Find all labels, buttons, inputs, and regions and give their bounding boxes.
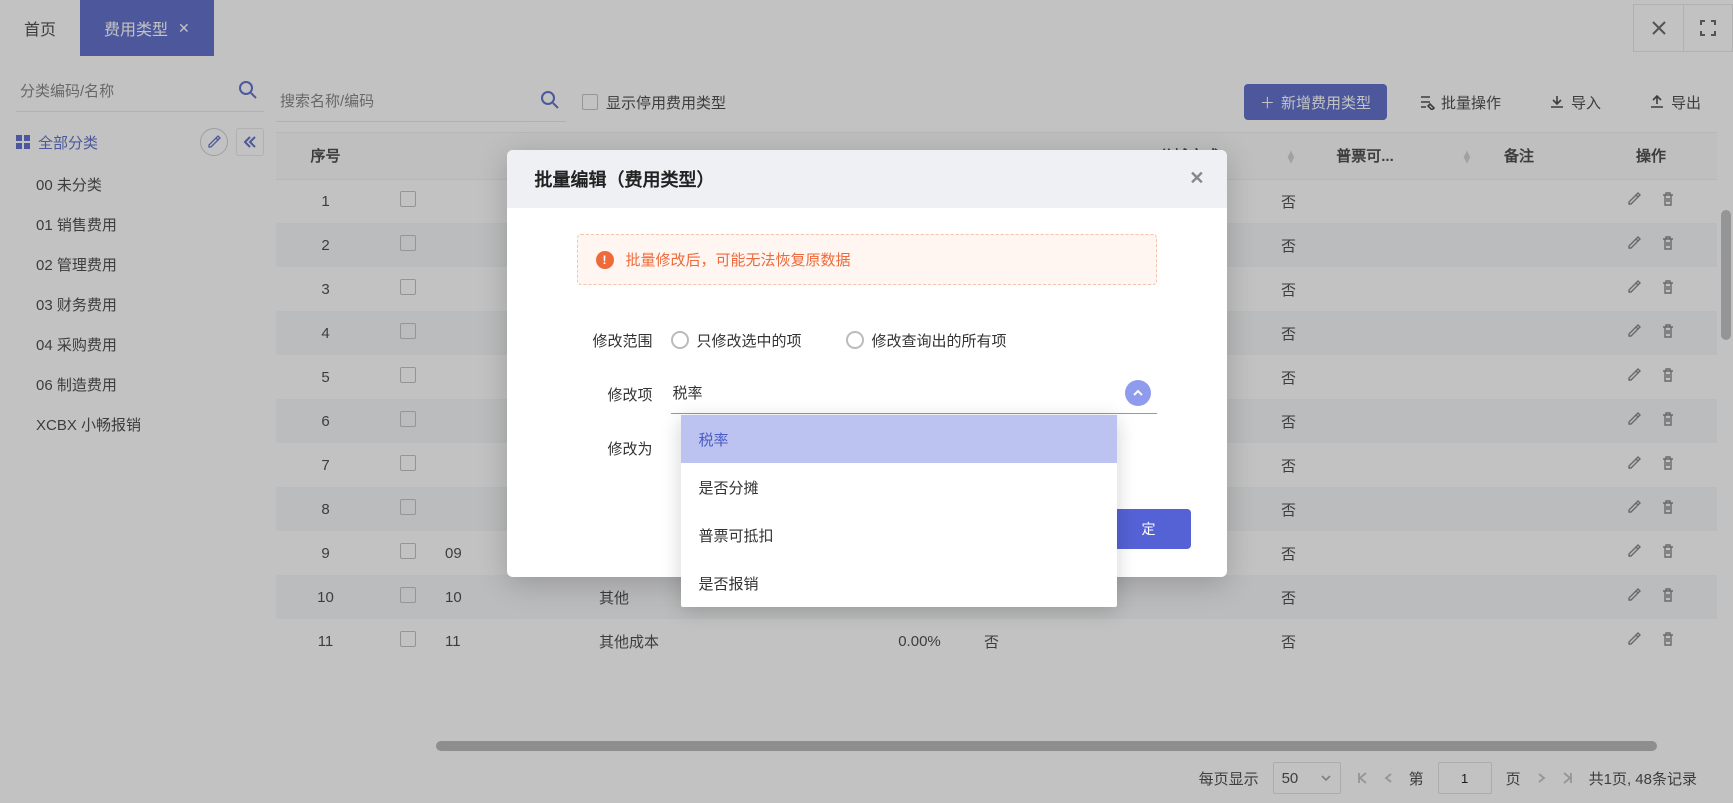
modal-title: 批量编辑（费用类型） bbox=[535, 166, 715, 192]
chevron-up-icon bbox=[1125, 380, 1151, 406]
dropdown-option[interactable]: 是否报销 bbox=[681, 559, 1117, 607]
scope-row: 修改范围 只修改选中的项 修改查询出的所有项 bbox=[577, 313, 1157, 367]
batch-edit-modal: 批量编辑（费用类型） ✕ ! 批量修改后，可能无法恢复原数据 修改范围 只修改选… bbox=[507, 150, 1227, 577]
scope-all-label: 修改查询出的所有项 bbox=[872, 330, 1007, 351]
modal-body: ! 批量修改后，可能无法恢复原数据 修改范围 只修改选中的项 修改查询出的所有项… bbox=[507, 208, 1227, 509]
dropdown-option[interactable]: 普票可抵扣 bbox=[681, 511, 1117, 559]
scope-selected-label: 只修改选中的项 bbox=[697, 330, 802, 351]
field-value: 税率 bbox=[673, 382, 703, 403]
radio-icon bbox=[846, 331, 864, 349]
dropdown-option[interactable]: 是否分摊 bbox=[681, 463, 1117, 511]
warning-icon: ! bbox=[596, 251, 614, 269]
value-label: 修改为 bbox=[577, 438, 653, 459]
warning-alert: ! 批量修改后，可能无法恢复原数据 bbox=[577, 234, 1157, 285]
field-dropdown: 税率 是否分摊 普票可抵扣 是否报销 bbox=[681, 415, 1117, 607]
modal-header: 批量编辑（费用类型） ✕ bbox=[507, 150, 1227, 208]
field-row: 修改项 税率 税率 是否分摊 普票可抵扣 是否报销 bbox=[577, 367, 1157, 421]
scope-radio-all[interactable]: 修改查询出的所有项 bbox=[846, 330, 1007, 351]
modal-overlay[interactable]: 批量编辑（费用类型） ✕ ! 批量修改后，可能无法恢复原数据 修改范围 只修改选… bbox=[0, 0, 1733, 803]
modal-close-button[interactable]: ✕ bbox=[1189, 168, 1204, 189]
dropdown-option[interactable]: 税率 bbox=[681, 415, 1117, 463]
alert-text: 批量修改后，可能无法恢复原数据 bbox=[626, 249, 851, 270]
radio-icon bbox=[671, 331, 689, 349]
scope-label: 修改范围 bbox=[577, 330, 653, 351]
field-select[interactable]: 税率 bbox=[671, 374, 1157, 414]
field-label: 修改项 bbox=[577, 384, 653, 405]
confirm-label: 定 bbox=[1142, 519, 1156, 539]
scope-radio-selected[interactable]: 只修改选中的项 bbox=[671, 330, 802, 351]
confirm-button[interactable]: 定 bbox=[1107, 509, 1191, 549]
